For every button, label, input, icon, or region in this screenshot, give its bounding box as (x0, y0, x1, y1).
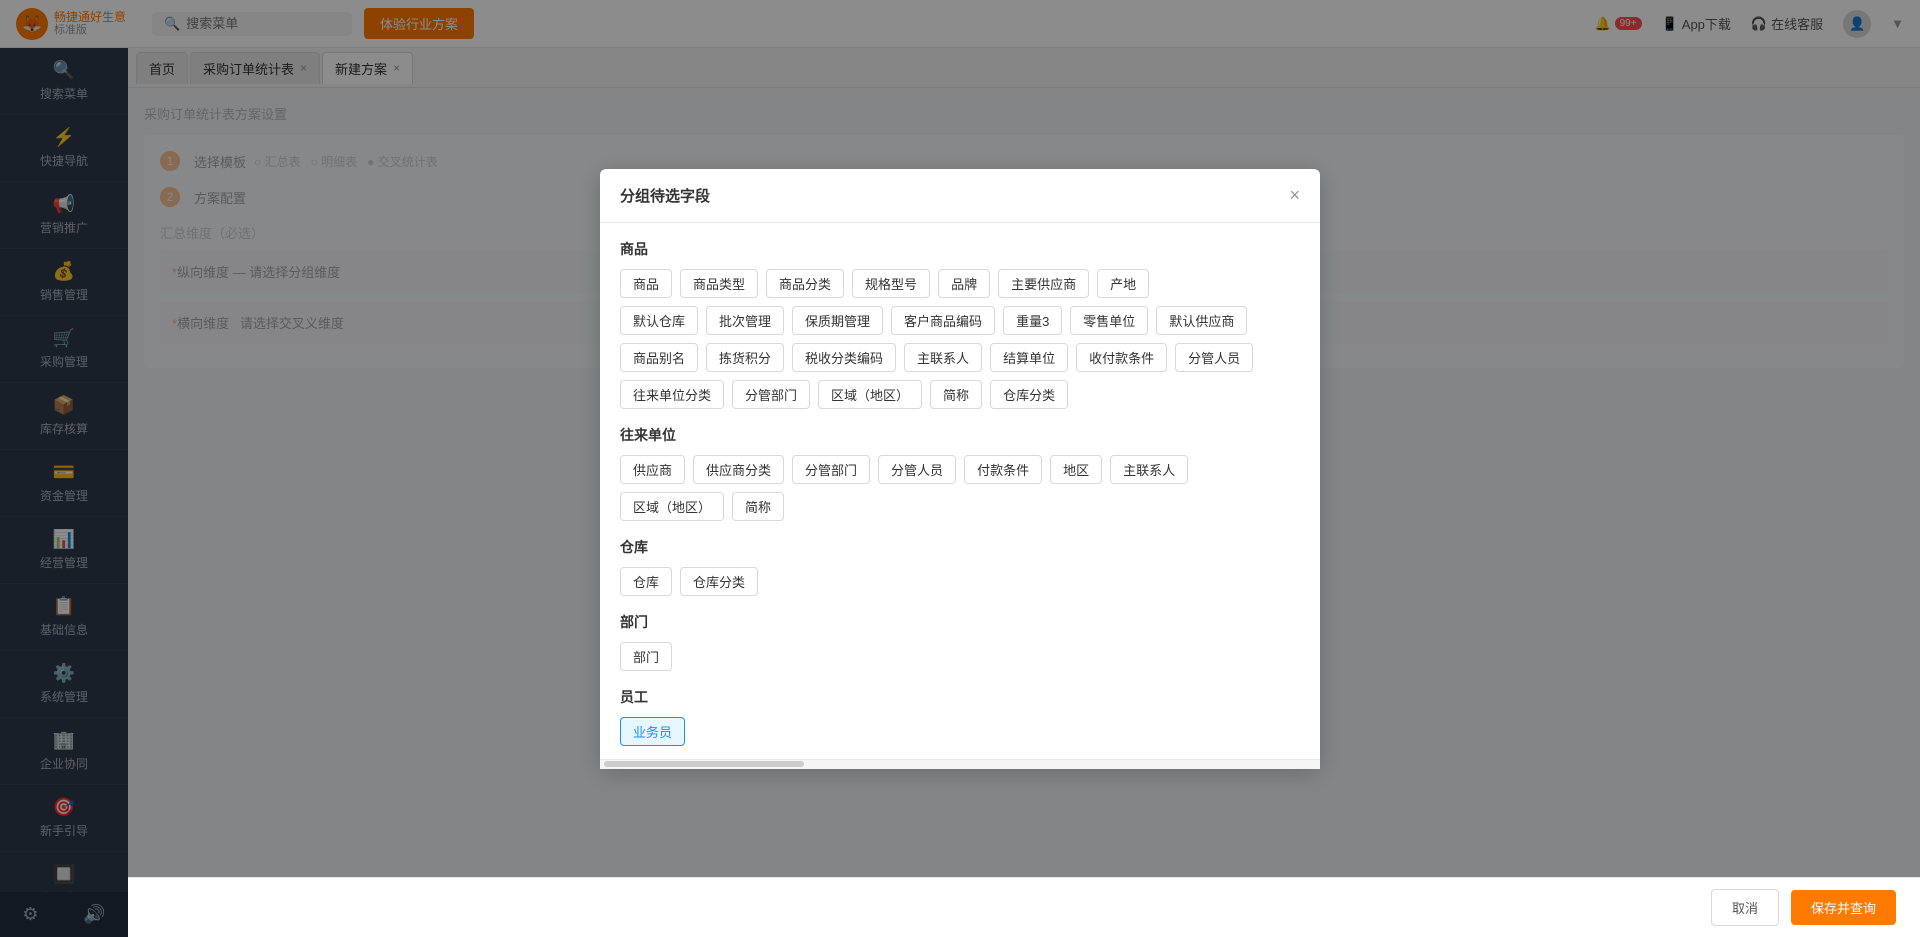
tag-product-5[interactable]: 主要供应商 (998, 269, 1089, 298)
tag-product-25[interactable]: 仓库分类 (990, 380, 1068, 409)
tag-warehouse-1[interactable]: 仓库分类 (680, 567, 758, 596)
field-select-dialog: 分组待选字段 × 商品 商品 商品类型 商品分类 规格型号 品牌 主要供应商 产… (600, 169, 1320, 769)
tag-partner-1[interactable]: 供应商分类 (693, 455, 784, 484)
tag-product-1[interactable]: 商品类型 (680, 269, 758, 298)
hscroll-thumb[interactable] (604, 761, 804, 767)
tag-department-0[interactable]: 部门 (620, 642, 672, 671)
tag-product-4[interactable]: 品牌 (938, 269, 990, 298)
cancel-button[interactable]: 取消 (1711, 889, 1779, 926)
tag-partner-6[interactable]: 主联系人 (1110, 455, 1188, 484)
tag-product-13[interactable]: 默认供应商 (1156, 306, 1247, 335)
tag-product-17[interactable]: 主联系人 (904, 343, 982, 372)
save-query-button[interactable]: 保存并查询 (1791, 890, 1896, 925)
tags-product: 商品 商品类型 商品分类 规格型号 品牌 主要供应商 产地 (620, 269, 1300, 298)
dialog-close-button[interactable]: × (1289, 186, 1300, 204)
tag-partner-0[interactable]: 供应商 (620, 455, 685, 484)
tag-product-24[interactable]: 简称 (930, 380, 982, 409)
tag-product-16[interactable]: 税收分类编码 (792, 343, 896, 372)
tags-product-row4: 往来单位分类 分管部门 区域（地区） 简称 仓库分类 (620, 380, 1300, 409)
section-title-product: 商品 (620, 239, 1300, 259)
tag-product-12[interactable]: 零售单位 (1070, 306, 1148, 335)
tag-product-15[interactable]: 拣货积分 (706, 343, 784, 372)
tag-product-7[interactable]: 默认仓库 (620, 306, 698, 335)
tag-product-22[interactable]: 分管部门 (732, 380, 810, 409)
tag-partner-5[interactable]: 地区 (1050, 455, 1102, 484)
tag-product-14[interactable]: 商品别名 (620, 343, 698, 372)
tags-employee: 业务员 (620, 717, 1300, 746)
section-title-warehouse: 仓库 (620, 537, 1300, 557)
dialog-body: 商品 商品 商品类型 商品分类 规格型号 品牌 主要供应商 产地 默认仓库 批次… (600, 223, 1320, 759)
tag-product-20[interactable]: 分管人员 (1175, 343, 1253, 372)
tag-product-8[interactable]: 批次管理 (706, 306, 784, 335)
tags-partner: 供应商 供应商分类 分管部门 分管人员 付款条件 地区 主联系人 (620, 455, 1300, 484)
bottom-actions: 取消 保存并查询 (128, 877, 1920, 937)
tags-product-row2: 默认仓库 批次管理 保质期管理 客户商品编码 重量3 零售单位 默认供应商 (620, 306, 1300, 335)
tag-product-18[interactable]: 结算单位 (990, 343, 1068, 372)
tag-product-19[interactable]: 收付款条件 (1076, 343, 1167, 372)
dialog-header: 分组待选字段 × (600, 169, 1320, 223)
tag-product-3[interactable]: 规格型号 (852, 269, 930, 298)
section-title-employee: 员工 (620, 687, 1300, 707)
tag-product-23[interactable]: 区域（地区） (818, 380, 922, 409)
tag-product-9[interactable]: 保质期管理 (792, 306, 883, 335)
tag-warehouse-0[interactable]: 仓库 (620, 567, 672, 596)
tag-partner-3[interactable]: 分管人员 (878, 455, 956, 484)
tag-product-10[interactable]: 客户商品编码 (891, 306, 995, 335)
tag-partner-8[interactable]: 简称 (732, 492, 784, 521)
tag-partner-4[interactable]: 付款条件 (964, 455, 1042, 484)
dialog-title: 分组待选字段 (620, 185, 710, 206)
tags-department: 部门 (620, 642, 1300, 671)
dialog-horizontal-scrollbar[interactable] (600, 759, 1320, 769)
tag-product-6[interactable]: 产地 (1097, 269, 1149, 298)
tag-product-2[interactable]: 商品分类 (766, 269, 844, 298)
tag-product-11[interactable]: 重量3 (1003, 306, 1062, 335)
tag-employee-0[interactable]: 业务员 (620, 717, 685, 746)
tag-product-21[interactable]: 往来单位分类 (620, 380, 724, 409)
section-title-department: 部门 (620, 612, 1300, 632)
tags-warehouse: 仓库 仓库分类 (620, 567, 1300, 596)
tag-partner-7[interactable]: 区域（地区） (620, 492, 724, 521)
tags-partner-row2: 区域（地区） 简称 (620, 492, 1300, 521)
tags-product-row3: 商品别名 拣货积分 税收分类编码 主联系人 结算单位 收付款条件 分管人员 (620, 343, 1300, 372)
dialog-overlay: 分组待选字段 × 商品 商品 商品类型 商品分类 规格型号 品牌 主要供应商 产… (0, 0, 1920, 937)
section-title-partner: 往来单位 (620, 425, 1300, 445)
tag-partner-2[interactable]: 分管部门 (792, 455, 870, 484)
tag-product-0[interactable]: 商品 (620, 269, 672, 298)
